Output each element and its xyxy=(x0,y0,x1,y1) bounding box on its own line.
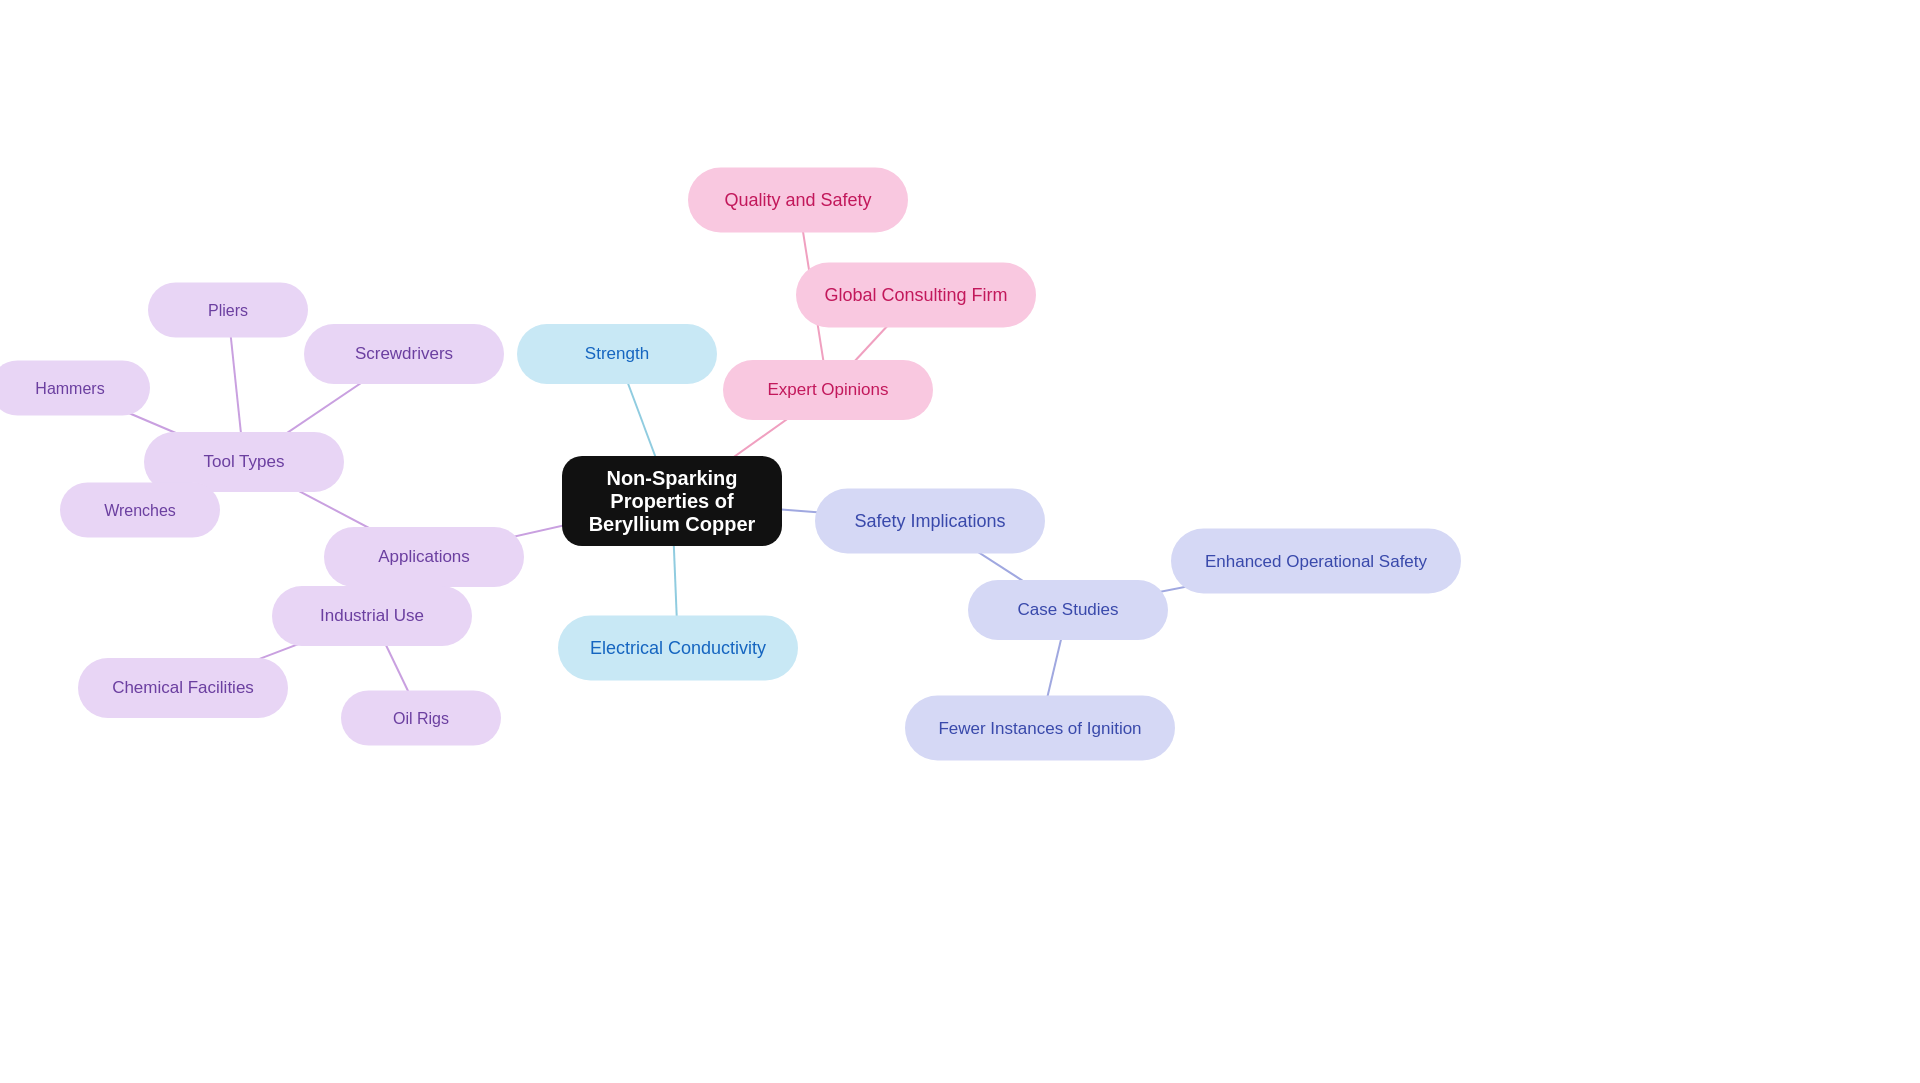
global-consulting-firm-node[interactable]: Global Consulting Firm xyxy=(796,263,1036,328)
strength-node[interactable]: Strength xyxy=(517,324,717,384)
oil-rigs-node[interactable]: Oil Rigs xyxy=(341,691,501,746)
applications-node[interactable]: Applications xyxy=(324,527,524,587)
electrical-conductivity-node[interactable]: Electrical Conductivity xyxy=(558,616,798,681)
screwdrivers-node[interactable]: Screwdrivers xyxy=(304,324,504,384)
quality-and-safety-node[interactable]: Quality and Safety xyxy=(688,168,908,233)
enhanced-operational-safety-node[interactable]: Enhanced Operational Safety xyxy=(1171,529,1461,594)
safety-implications-node[interactable]: Safety Implications xyxy=(815,489,1045,554)
center-node[interactable]: Non-Sparking Properties of Beryllium Cop… xyxy=(562,456,782,546)
chemical-facilities-node[interactable]: Chemical Facilities xyxy=(78,658,288,718)
fewer-instances-of-ignition-node[interactable]: Fewer Instances of Ignition xyxy=(905,696,1175,761)
industrial-use-node[interactable]: Industrial Use xyxy=(272,586,472,646)
wrenches-node[interactable]: Wrenches xyxy=(60,483,220,538)
hammers-node[interactable]: Hammers xyxy=(0,361,150,416)
pliers-node[interactable]: Pliers xyxy=(148,283,308,338)
case-studies-node[interactable]: Case Studies xyxy=(968,580,1168,640)
expert-opinions-node[interactable]: Expert Opinions xyxy=(723,360,933,420)
